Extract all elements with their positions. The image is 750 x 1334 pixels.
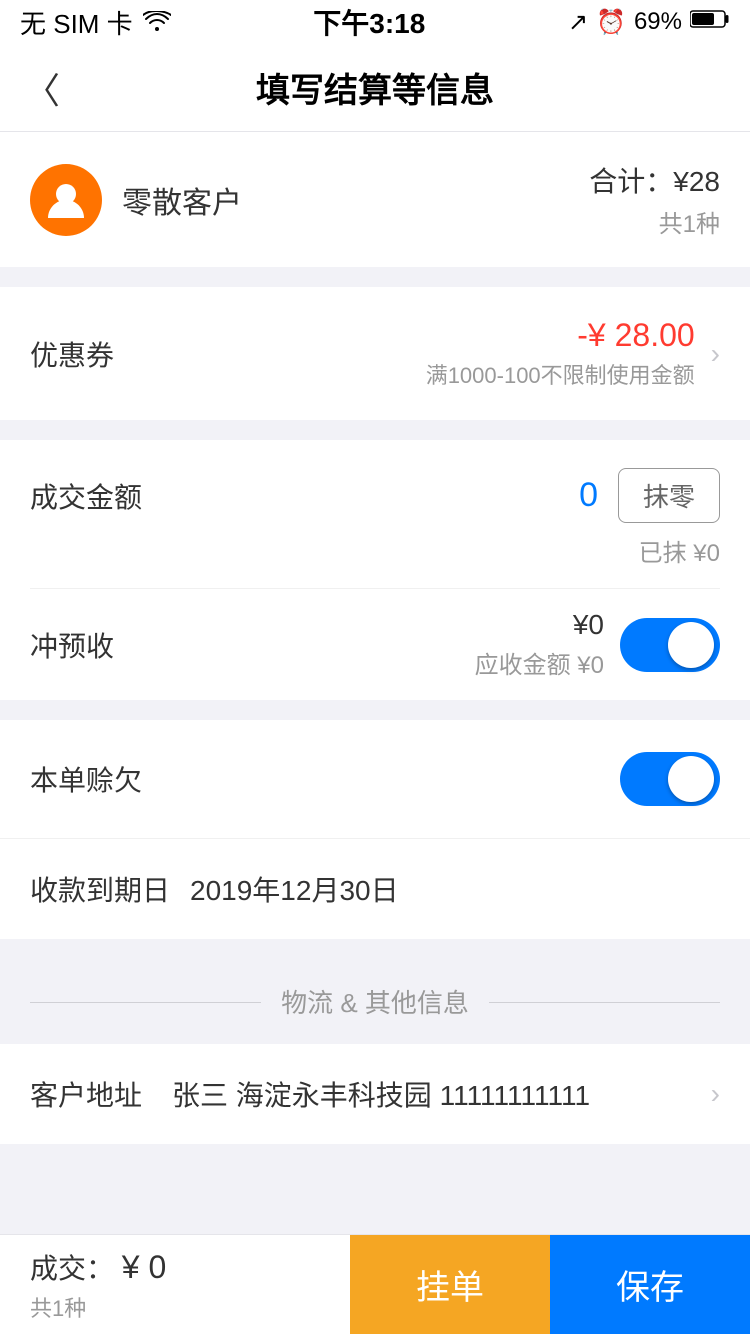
pending-button[interactable]: 挂单 — [350, 1235, 550, 1334]
prepaid-row: 冲预收 ¥0 应收金额 ¥0 — [0, 589, 750, 700]
prepaid-receivable: 应收金额 ¥0 — [475, 645, 604, 680]
round-button[interactable]: 抹零 — [618, 468, 720, 523]
address-row[interactable]: 客户地址 张三 海淀永丰科技园 11111111111 › — [0, 1044, 750, 1144]
due-date-value: 2019年12月30日 — [190, 869, 399, 909]
bottom-deal-amount: ¥ 0 — [122, 1249, 166, 1285]
address-section: 客户地址 张三 海淀永丰科技园 11111111111 › — [0, 1044, 750, 1144]
amount-right: 0 抹零 — [579, 468, 720, 523]
time-text: 下午3:18 — [313, 2, 425, 42]
coupon-discount: -¥ 28.00 — [426, 317, 695, 354]
bottom-bar: 成交： ¥ 0 共1种 挂单 保存 — [0, 1234, 750, 1334]
carrier-text: 无 SIM 卡 — [20, 4, 133, 41]
battery-percent: 69% — [634, 8, 682, 36]
customer-right: 合计：¥28 共1种 — [589, 160, 720, 239]
total-count: 共1种 — [589, 204, 720, 239]
save-button[interactable]: 保存 — [550, 1235, 750, 1334]
customer-row: 零散客户 合计：¥28 共1种 — [0, 132, 750, 267]
bottom-deal-label: 成交： — [30, 1253, 114, 1284]
coupon-card: 优惠券 -¥ 28.00 满1000-100不限制使用金额 › — [0, 287, 750, 420]
bottom-count: 共1种 — [30, 1291, 320, 1323]
due-label: 收款到期日 — [30, 869, 170, 909]
deal-amount-label: 成交金额 — [30, 476, 142, 516]
coupon-value-group: -¥ 28.00 满1000-100不限制使用金额 › — [426, 317, 720, 390]
debt-toggle[interactable] — [620, 752, 720, 806]
logistics-header-label: 物流 & 其他信息 — [261, 988, 489, 1018]
deal-amount-section: 成交金额 0 抹零 已抹 ¥0 冲预收 ¥0 应收金额 ¥0 — [0, 440, 750, 700]
prepaid-amount: ¥0 — [475, 609, 604, 641]
prepaid-label: 冲预收 — [30, 625, 114, 665]
logistics-header: 物流 & 其他信息 — [0, 959, 750, 1044]
content: 零散客户 合计：¥28 共1种 优惠券 -¥ 28.00 满1000-100不限… — [0, 132, 750, 1264]
avatar — [30, 164, 102, 236]
avatar-icon — [42, 176, 90, 224]
coupon-desc: 满1000-100不限制使用金额 — [426, 358, 695, 390]
nav-title: 填写结算等信息 — [256, 63, 494, 112]
status-left: 无 SIM 卡 — [20, 4, 171, 41]
bottom-summary: 成交： ¥ 0 共1种 — [0, 1247, 350, 1323]
already-deducted: 已抹 ¥0 — [0, 533, 750, 588]
toggle-knob — [668, 622, 714, 668]
status-bar: 无 SIM 卡 下午3:18 ↗ ⏰ 69% — [0, 0, 750, 44]
nav-bar: 〈 填写结算等信息 — [0, 44, 750, 132]
chevron-right-icon: › — [711, 338, 720, 370]
debt-row: 本单赊欠 — [0, 720, 750, 839]
due-date-row: 收款到期日 2019年12月30日 — [0, 839, 750, 939]
amount-row: 成交金额 0 抹零 — [0, 440, 750, 533]
prepaid-value-group: ¥0 应收金额 ¥0 — [475, 609, 720, 680]
wifi-icon — [143, 7, 171, 38]
coupon-value: -¥ 28.00 满1000-100不限制使用金额 — [426, 317, 695, 390]
battery-icon — [690, 8, 730, 36]
prepaid-info: ¥0 应收金额 ¥0 — [475, 609, 604, 680]
bottom-deal-row: 成交： ¥ 0 — [30, 1247, 320, 1287]
coupon-label: 优惠券 — [30, 334, 114, 374]
status-right: ↗ ⏰ 69% — [568, 8, 730, 37]
prepaid-toggle[interactable] — [620, 618, 720, 672]
coupon-row[interactable]: 优惠券 -¥ 28.00 满1000-100不限制使用金额 › — [0, 287, 750, 420]
customer-name: 零散客户 — [122, 178, 242, 222]
alarm-icon: ⏰ — [596, 8, 626, 37]
total-amount: 合计：¥28 — [589, 160, 720, 200]
debt-label: 本单赊欠 — [30, 759, 142, 799]
address-label: 客户地址 — [30, 1074, 142, 1114]
location-icon: ↗ — [568, 8, 588, 37]
toggle-knob-debt — [668, 756, 714, 802]
amount-value: 0 — [579, 476, 598, 515]
address-value: 张三 海淀永丰科技园 11111111111 — [172, 1074, 711, 1114]
debt-section: 本单赊欠 收款到期日 2019年12月30日 — [0, 720, 750, 939]
address-chevron-icon: › — [711, 1078, 720, 1110]
customer-left: 零散客户 — [30, 164, 242, 236]
back-button[interactable]: 〈 — [24, 62, 60, 114]
